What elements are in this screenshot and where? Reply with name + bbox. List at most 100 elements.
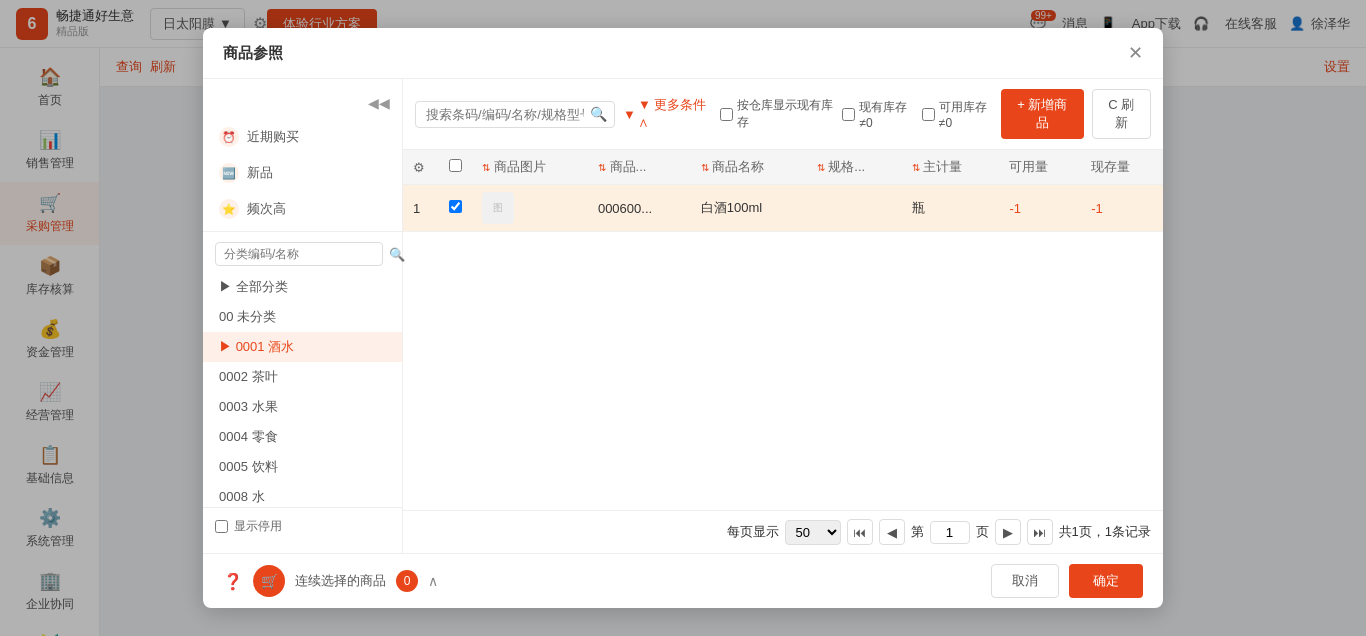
footer-right: 取消 确定 [991, 564, 1143, 598]
right-product-panel: 🔍 ▼ ▼ 更多条件 ∧ 按仓库显示现有库存 现有库存≠0 [403, 79, 1163, 553]
category-tree: ▶ 全部分类 00 未分类 ▶ 0001 酒水 0002 茶叶 0003 水果 … [203, 272, 402, 507]
show-disabled-label: 显示停用 [234, 518, 282, 535]
product-image: 图 [482, 192, 514, 224]
prev-page-button[interactable]: ◀ [879, 519, 905, 545]
pagination: 每页显示 50 100 200 ⏮ ◀ 第 页 ▶ ⏭ 共1页，1条记录 [403, 510, 1163, 553]
page-label: 第 [911, 523, 924, 541]
recent-buy-label: 近期购买 [247, 128, 299, 146]
cart-icon: 🛒 [253, 565, 285, 597]
per-page-label: 每页显示 [727, 523, 779, 541]
row-checkbox[interactable] [439, 185, 472, 232]
category-0004[interactable]: 0004 零食 [203, 422, 402, 452]
confirm-button[interactable]: 确定 [1069, 564, 1143, 598]
modal-body: ◀◀ ⏰ 近期购买 🆕 新品 ⭐ 频次高 🔍 [203, 79, 1163, 553]
available-checkbox-label: 现有库存≠0 [859, 99, 913, 130]
help-icon[interactable]: ❓ [223, 572, 243, 591]
left-filter-panel: ◀◀ ⏰ 近期购买 🆕 新品 ⭐ 频次高 🔍 [203, 79, 403, 553]
high-freq-item[interactable]: ⭐ 频次高 [203, 191, 402, 227]
category-0008[interactable]: 0008 水 [203, 482, 402, 507]
next-page-button[interactable]: ▶ [995, 519, 1021, 545]
col-available: 可用量 [999, 150, 1081, 185]
per-page-select[interactable]: 50 100 200 [785, 520, 841, 545]
page-number-input[interactable] [930, 521, 970, 544]
cancel-button[interactable]: 取消 [991, 564, 1059, 598]
col-spec: ⇅ 规格... [807, 150, 902, 185]
search-wrap: 🔍 [415, 101, 615, 128]
add-product-button[interactable]: + 新增商品 [1001, 89, 1083, 139]
row-img: 图 [472, 185, 588, 232]
col-current: 现存量 [1081, 150, 1163, 185]
modal-header: 商品参照 ✕ [203, 28, 1163, 79]
table-row[interactable]: 1 图 000600... 白酒100ml 瓶 -1 -1 [403, 185, 1163, 232]
show-disabled-row: 显示停用 [203, 507, 402, 545]
high-freq-icon: ⭐ [219, 199, 239, 219]
warehouse-checkbox-item[interactable]: 按仓库显示现有库存 [720, 97, 834, 131]
warehouse-checkbox-label: 按仓库显示现有库存 [737, 97, 834, 131]
col-code: ⇅ 商品... [588, 150, 691, 185]
product-table: ⚙ ⇅ 商品图片 ⇅ 商品... ⇅ 商品名称 [403, 150, 1163, 232]
modal-title: 商品参照 [223, 44, 283, 63]
new-product-item[interactable]: 🆕 新品 [203, 155, 402, 191]
category-all[interactable]: ▶ 全部分类 [203, 272, 402, 302]
row-name: 白酒100ml [691, 185, 807, 232]
modal-footer: ❓ 🛒 连续选择的商品 0 ∧ 取消 确定 [203, 553, 1163, 608]
row-num: 1 [403, 185, 439, 232]
footer-left: ❓ 🛒 连续选择的商品 0 ∧ [223, 565, 438, 597]
first-page-button[interactable]: ⏮ [847, 519, 873, 545]
tree-arrow-all: ▶ [219, 279, 236, 294]
modal-overlay: 商品参照 ✕ ◀◀ ⏰ 近期购买 🆕 新品 ⭐ [0, 0, 1366, 636]
page-unit: 页 [976, 523, 989, 541]
row-spec [807, 185, 902, 232]
col-unit: ⇅ 主计量 [902, 150, 1000, 185]
continuous-count-badge: 0 [396, 570, 418, 592]
select-all-checkbox[interactable] [449, 159, 462, 172]
table-head: ⚙ ⇅ 商品图片 ⇅ 商品... ⇅ 商品名称 [403, 150, 1163, 185]
show-disabled-checkbox[interactable] [215, 520, 228, 533]
row-select-checkbox[interactable] [449, 200, 462, 213]
category-search-row: 🔍 [203, 236, 402, 272]
available-checkbox[interactable] [842, 108, 855, 121]
row-current: -1 [1081, 185, 1163, 232]
warehouse-checkbox[interactable] [720, 108, 733, 121]
filter-button[interactable]: ▼ ▼ 更多条件 ∧ [623, 96, 712, 132]
continuous-label: 连续选择的商品 [295, 572, 386, 590]
category-0005[interactable]: 0005 饮料 [203, 452, 402, 482]
last-page-button[interactable]: ⏭ [1027, 519, 1053, 545]
category-0001[interactable]: ▶ 0001 酒水 [203, 332, 402, 362]
left-panel-header: ◀◀ [203, 87, 402, 119]
refresh-button[interactable]: C 刷新 [1092, 89, 1152, 139]
toolbar-right: + 新增商品 C 刷新 [1001, 89, 1151, 139]
product-search-icon[interactable]: 🔍 [590, 106, 607, 122]
category-0002[interactable]: 0002 茶叶 [203, 362, 402, 392]
divider [203, 231, 402, 232]
recent-buy-item[interactable]: ⏰ 近期购买 [203, 119, 402, 155]
usable-checkbox-item[interactable]: 可用库存≠0 [922, 99, 993, 130]
filter-label: ▼ 更多条件 ∧ [638, 96, 713, 132]
col-checkbox[interactable] [439, 150, 472, 185]
total-pages-label: 共1页，1条记录 [1059, 523, 1151, 541]
row-unit: 瓶 [902, 185, 1000, 232]
usable-checkbox-label: 可用库存≠0 [939, 99, 993, 130]
category-00[interactable]: 00 未分类 [203, 302, 402, 332]
new-product-label: 新品 [247, 164, 273, 182]
row-available: -1 [999, 185, 1081, 232]
category-search-input[interactable] [215, 242, 383, 266]
usable-checkbox[interactable] [922, 108, 935, 121]
col-settings[interactable]: ⚙ [403, 150, 439, 185]
tree-arrow-0001: ▶ [219, 339, 236, 354]
high-freq-label: 频次高 [247, 200, 286, 218]
col-img: ⇅ 商品图片 [472, 150, 588, 185]
filter-icon: ▼ [623, 107, 636, 122]
product-table-wrap: ⚙ ⇅ 商品图片 ⇅ 商品... ⇅ 商品名称 [403, 150, 1163, 510]
modal-close-button[interactable]: ✕ [1128, 42, 1143, 64]
row-code: 000600... [588, 185, 691, 232]
collapse-icon[interactable]: ◀◀ [368, 95, 390, 111]
col-name: ⇅ 商品名称 [691, 150, 807, 185]
table-body: 1 图 000600... 白酒100ml 瓶 -1 -1 [403, 185, 1163, 232]
product-toolbar: 🔍 ▼ ▼ 更多条件 ∧ 按仓库显示现有库存 现有库存≠0 [403, 79, 1163, 150]
recent-buy-icon: ⏰ [219, 127, 239, 147]
category-0003[interactable]: 0003 水果 [203, 392, 402, 422]
product-search-input[interactable] [415, 101, 615, 128]
collapse-footer-icon[interactable]: ∧ [428, 573, 438, 589]
available-checkbox-item[interactable]: 现有库存≠0 [842, 99, 913, 130]
